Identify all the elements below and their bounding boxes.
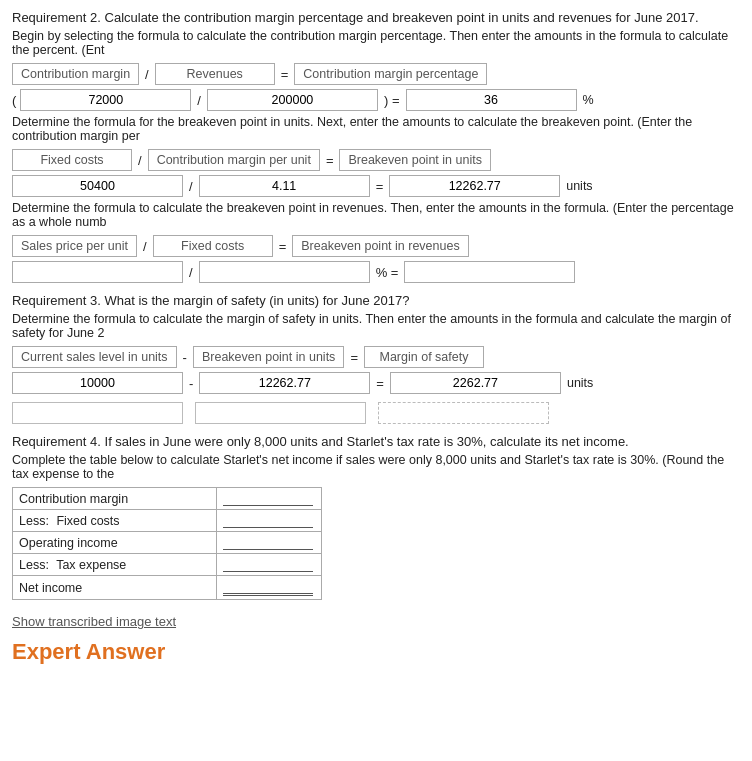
req3-blank3[interactable]	[378, 402, 549, 424]
req3-formula-values: - = units	[12, 372, 740, 394]
row0-value[interactable]	[223, 491, 313, 506]
formula3-result[interactable]	[404, 261, 575, 283]
formula3-op2: =	[277, 239, 289, 254]
row1-label: Less: Fixed costs	[13, 510, 217, 532]
formula1-val1[interactable]	[20, 89, 191, 111]
formula3-percent: % =	[374, 265, 401, 280]
paren-open: (	[12, 93, 16, 108]
table-row: Net income	[13, 576, 322, 600]
req3-blank2[interactable]	[195, 402, 366, 424]
formula2-val2[interactable]	[199, 175, 370, 197]
req2-title: Requirement 2. Calculate the contributio…	[12, 10, 740, 25]
formula2-header: Fixed costs / Contribution margin per un…	[12, 149, 740, 171]
formula1-eq1: ) =	[382, 93, 402, 108]
formula1-val2[interactable]	[207, 89, 378, 111]
req3-blank1[interactable]	[12, 402, 183, 424]
table-row: Less: Fixed costs	[13, 510, 322, 532]
row2-value[interactable]	[223, 535, 313, 550]
formula3-div: /	[187, 265, 195, 280]
formula1-div1: /	[195, 93, 203, 108]
table-row: Contribution margin	[13, 488, 322, 510]
row3-prefix: Less:	[19, 558, 49, 572]
row3-value[interactable]	[223, 557, 313, 572]
net-income-table: Contribution margin Less: Fixed costs Op…	[12, 487, 322, 600]
formula2-box2: Contribution margin per unit	[148, 149, 320, 171]
formula1-percent: %	[583, 93, 594, 107]
formula3-box2: Fixed costs	[153, 235, 273, 257]
formula2-op1: /	[136, 153, 144, 168]
req3-blank-row	[12, 402, 740, 424]
req3-val1[interactable]	[12, 372, 183, 394]
formula1-result[interactable]	[406, 89, 577, 111]
formula2-box3: Breakeven point in units	[339, 149, 490, 171]
formula2-values: / = units	[12, 175, 740, 197]
req3-box1: Current sales level in units	[12, 346, 177, 368]
table-row: Operating income	[13, 532, 322, 554]
formula3-op1: /	[141, 239, 149, 254]
row1-prefix: Less:	[19, 514, 49, 528]
formula2-units: units	[566, 179, 592, 193]
req3-desc: Determine the formula to calculate the m…	[12, 312, 740, 340]
row1-value[interactable]	[223, 513, 313, 528]
requirement-2: Requirement 2. Calculate the contributio…	[12, 10, 740, 283]
row2-label: Operating income	[13, 532, 217, 554]
req3-op1: -	[181, 350, 189, 365]
formula3-val2[interactable]	[199, 261, 370, 283]
formula3-header: Sales price per unit / Fixed costs = Bre…	[12, 235, 740, 257]
expert-answer-heading: Expert Answer	[12, 639, 740, 665]
req2-desc3: Determine the formula to calculate the b…	[12, 201, 740, 229]
table-row: Less: Tax expense	[13, 554, 322, 576]
req3-box2: Breakeven point in units	[193, 346, 344, 368]
req3-units: units	[567, 376, 593, 390]
formula3-values: / % =	[12, 261, 740, 283]
formula2-div: /	[187, 179, 195, 194]
req3-formula-header: Current sales level in units - Breakeven…	[12, 346, 740, 368]
req2-desc1: Begin by selecting the formula to calcul…	[12, 29, 740, 57]
req3-eq: =	[374, 376, 386, 391]
row4-input[interactable]	[216, 576, 321, 600]
row3-label: Less: Tax expense	[13, 554, 217, 576]
row1-item: Fixed costs	[56, 514, 119, 528]
formula1-box3: Contribution margin percentage	[294, 63, 487, 85]
row4-label: Net income	[13, 576, 217, 600]
row3-item: Tax expense	[56, 558, 126, 572]
row0-label: Contribution margin	[13, 488, 217, 510]
formula1-values: ( / ) = %	[12, 89, 740, 111]
formula3-box1: Sales price per unit	[12, 235, 137, 257]
row3-input[interactable]	[216, 554, 321, 576]
row1-input[interactable]	[216, 510, 321, 532]
req3-op2: =	[348, 350, 360, 365]
row2-input[interactable]	[216, 532, 321, 554]
row4-value[interactable]	[223, 579, 313, 596]
formula1-op2: =	[279, 67, 291, 82]
formula3-box3: Breakeven point in revenues	[292, 235, 468, 257]
formula3-val1[interactable]	[12, 261, 183, 283]
formula1-box1: Contribution margin	[12, 63, 139, 85]
requirement-4: Requirement 4. If sales in June were onl…	[12, 434, 740, 600]
formula2-eq: =	[374, 179, 386, 194]
req3-title: Requirement 3. What is the margin of saf…	[12, 293, 740, 308]
formula1-op1: /	[143, 67, 151, 82]
req4-desc: Complete the table below to calculate St…	[12, 453, 740, 481]
formula2-op2: =	[324, 153, 336, 168]
req3-minus: -	[187, 376, 195, 391]
formula2-result[interactable]	[389, 175, 560, 197]
row0-input[interactable]	[216, 488, 321, 510]
req2-desc2: Determine the formula for the breakeven …	[12, 115, 740, 143]
show-transcribed-link[interactable]: Show transcribed image text	[12, 614, 740, 629]
req3-result[interactable]	[390, 372, 561, 394]
formula1-box2: Revenues	[155, 63, 275, 85]
req3-box3: Margin of safety	[364, 346, 484, 368]
req3-val2[interactable]	[199, 372, 370, 394]
req4-title: Requirement 4. If sales in June were onl…	[12, 434, 740, 449]
formula1-header: Contribution margin / Revenues = Contrib…	[12, 63, 740, 85]
formula2-box1: Fixed costs	[12, 149, 132, 171]
requirement-3: Requirement 3. What is the margin of saf…	[12, 293, 740, 424]
formula2-val1[interactable]	[12, 175, 183, 197]
